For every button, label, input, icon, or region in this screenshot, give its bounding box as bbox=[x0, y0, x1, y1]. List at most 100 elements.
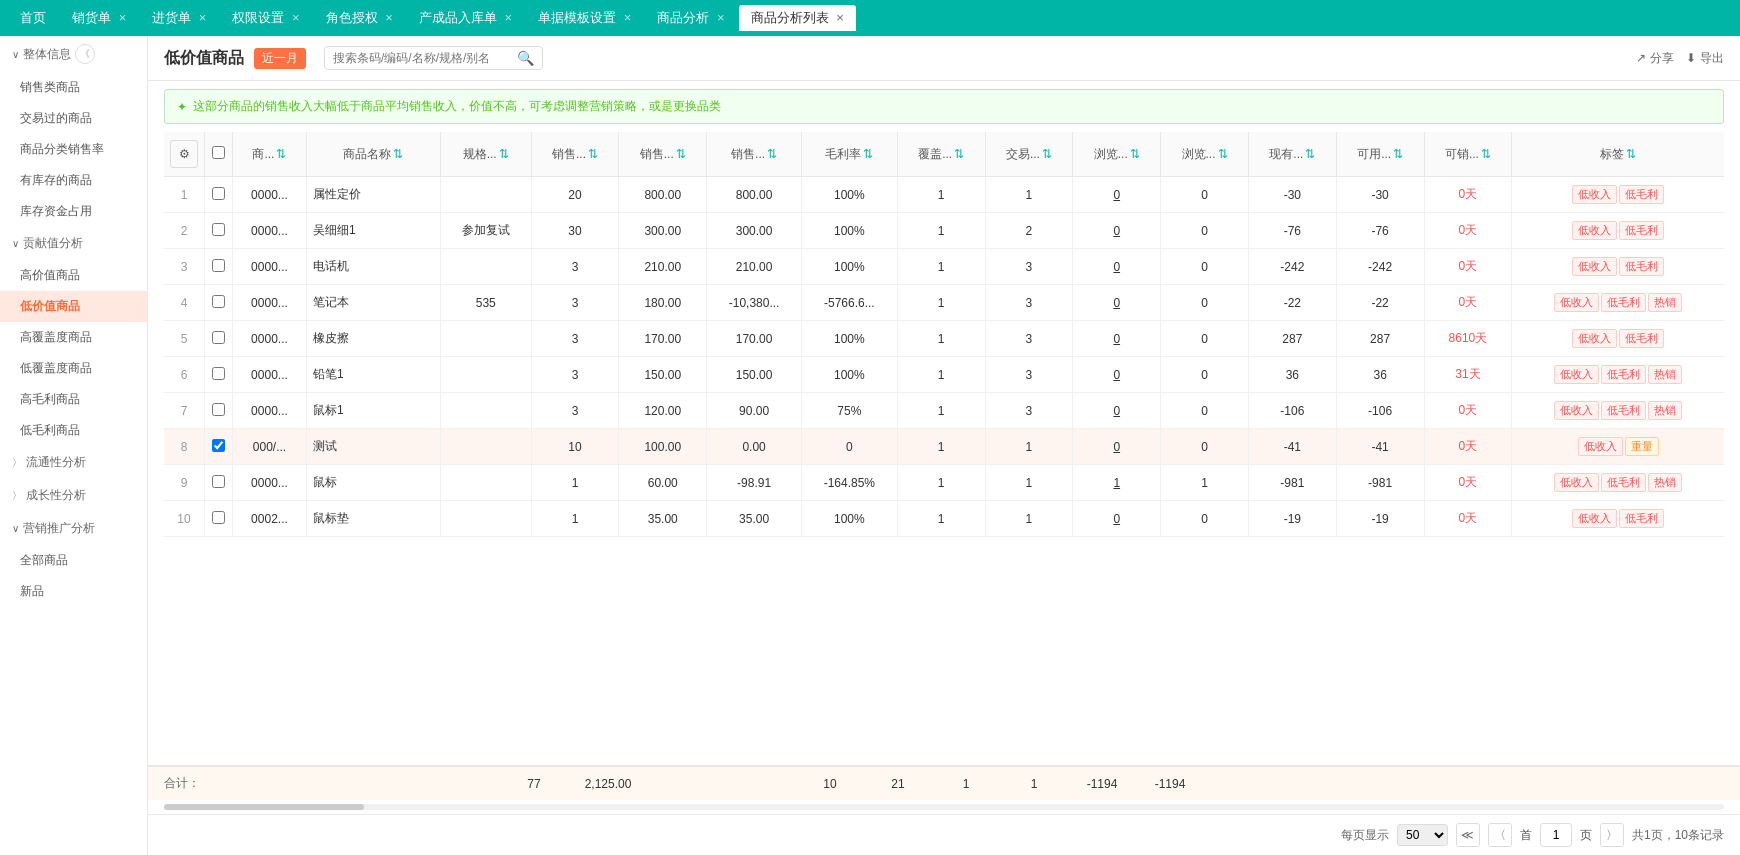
sidebar-item-new-products[interactable]: 新品 bbox=[0, 576, 147, 607]
page-size-select[interactable]: 50 100 bbox=[1397, 824, 1448, 846]
nav-analysis[interactable]: 商品分析 × bbox=[645, 5, 736, 31]
next-page-btn[interactable]: 〉 bbox=[1600, 823, 1624, 847]
sort-icon[interactable]: ⇅ bbox=[393, 147, 403, 161]
sidebar-item-high-margin[interactable]: 高毛利商品 bbox=[0, 384, 147, 415]
row-checkbox[interactable] bbox=[212, 259, 225, 272]
horizontal-scrollbar[interactable] bbox=[164, 804, 1724, 810]
nav-template[interactable]: 单据模板设置 × bbox=[526, 5, 643, 31]
sidebar-item-sales-products[interactable]: 销售类商品 bbox=[0, 72, 147, 103]
table-container[interactable]: ⚙ 商...⇅ 商品名称⇅ 规格...⇅ 销售...⇅ 销售...⇅ 销售...… bbox=[148, 132, 1740, 765]
row-checkbox-cell[interactable] bbox=[205, 429, 233, 465]
search-icon[interactable]: 🔍 bbox=[517, 50, 534, 66]
row-checkbox[interactable] bbox=[212, 187, 225, 200]
col-checkbox[interactable] bbox=[205, 132, 233, 177]
row-checkbox[interactable] bbox=[212, 367, 225, 380]
sort-icon[interactable]: ⇅ bbox=[767, 147, 777, 161]
view-count-link[interactable]: 0 bbox=[1113, 296, 1120, 310]
close-icon[interactable]: × bbox=[717, 10, 725, 25]
search-input[interactable] bbox=[333, 51, 513, 65]
sort-icon[interactable]: ⇅ bbox=[588, 147, 598, 161]
view-count-link[interactable]: 0 bbox=[1113, 512, 1120, 526]
sidebar-item-category-rate[interactable]: 商品分类销售率 bbox=[0, 134, 147, 165]
sort-icon[interactable]: ⇅ bbox=[499, 147, 509, 161]
tag-label: 低收入 bbox=[1554, 293, 1599, 312]
sidebar-item-traded-products[interactable]: 交易过的商品 bbox=[0, 103, 147, 134]
view-count-link[interactable]: 0 bbox=[1113, 440, 1120, 454]
sidebar-group-marketing[interactable]: ∨ 营销推广分析 bbox=[0, 512, 147, 545]
sidebar-item-all-products[interactable]: 全部商品 bbox=[0, 545, 147, 576]
view-count-link[interactable]: 0 bbox=[1113, 224, 1120, 238]
row-checkbox[interactable] bbox=[212, 475, 225, 488]
sidebar-group-contribution[interactable]: ∨ 贡献值分析 bbox=[0, 227, 147, 260]
nav-permission[interactable]: 权限设置 × bbox=[220, 5, 311, 31]
sidebar-item-low-value[interactable]: 低价值商品 bbox=[0, 291, 147, 322]
sidebar-item-stock-capital[interactable]: 库存资金占用 bbox=[0, 196, 147, 227]
prev-page-btn[interactable]: 〈 bbox=[1488, 823, 1512, 847]
close-icon[interactable]: × bbox=[119, 10, 127, 25]
close-icon[interactable]: × bbox=[199, 10, 207, 25]
sort-icon[interactable]: ⇅ bbox=[276, 147, 286, 161]
row-checkbox-cell[interactable] bbox=[205, 357, 233, 393]
scrollbar-thumb[interactable] bbox=[164, 804, 364, 810]
row-checkbox-cell[interactable] bbox=[205, 213, 233, 249]
close-icon[interactable]: × bbox=[505, 10, 513, 25]
view-count-link[interactable]: 0 bbox=[1113, 260, 1120, 274]
view-count-link[interactable]: 1 bbox=[1113, 476, 1120, 490]
first-page-btn[interactable]: ≪ bbox=[1456, 823, 1480, 847]
view-count-link[interactable]: 0 bbox=[1113, 332, 1120, 346]
row-checkbox-cell[interactable] bbox=[205, 393, 233, 429]
row-checkbox-cell[interactable] bbox=[205, 321, 233, 357]
sort-icon[interactable]: ⇅ bbox=[863, 147, 873, 161]
sort-icon[interactable]: ⇅ bbox=[676, 147, 686, 161]
close-icon[interactable]: × bbox=[836, 10, 844, 25]
nav-home[interactable]: 首页 bbox=[8, 5, 58, 31]
sidebar-group-growth[interactable]: 〉 成长性分析 bbox=[0, 479, 147, 512]
nav-purchase[interactable]: 进货单 × bbox=[140, 5, 218, 31]
close-icon[interactable]: × bbox=[385, 10, 393, 25]
sort-icon[interactable]: ⇅ bbox=[1305, 147, 1315, 161]
sidebar-group-circulation[interactable]: 〉 流通性分析 bbox=[0, 446, 147, 479]
col-settings[interactable]: ⚙ bbox=[164, 132, 205, 177]
page-input[interactable] bbox=[1540, 823, 1572, 847]
nav-analysis-list[interactable]: 商品分析列表 × bbox=[739, 5, 856, 31]
row-checkbox[interactable] bbox=[212, 439, 225, 452]
sort-icon[interactable]: ⇅ bbox=[954, 147, 964, 161]
view-count-link[interactable]: 0 bbox=[1113, 368, 1120, 382]
sidebar-item-low-coverage[interactable]: 低覆盖度商品 bbox=[0, 353, 147, 384]
sidebar-group-overall[interactable]: ∨ 整体信息 《 bbox=[0, 36, 147, 72]
close-icon[interactable]: × bbox=[624, 10, 632, 25]
row-checkbox[interactable] bbox=[212, 511, 225, 524]
close-icon[interactable]: × bbox=[292, 10, 300, 25]
row-checkbox-cell[interactable] bbox=[205, 501, 233, 537]
nav-sales[interactable]: 销货单 × bbox=[60, 5, 138, 31]
sidebar-item-high-coverage[interactable]: 高覆盖度商品 bbox=[0, 322, 147, 353]
row-checkbox[interactable] bbox=[212, 295, 225, 308]
export-btn[interactable]: ⬇ 导出 bbox=[1686, 50, 1724, 67]
collapse-icon[interactable]: 《 bbox=[75, 44, 95, 64]
row-checkbox-cell[interactable] bbox=[205, 285, 233, 321]
view-count-link[interactable]: 0 bbox=[1113, 188, 1120, 202]
sidebar-item-stock-products[interactable]: 有库存的商品 bbox=[0, 165, 147, 196]
row-checkbox[interactable] bbox=[212, 331, 225, 344]
share-btn[interactable]: ↗ 分享 bbox=[1636, 50, 1674, 67]
sort-icon[interactable]: ⇅ bbox=[1218, 147, 1228, 161]
row-checkbox[interactable] bbox=[212, 403, 225, 416]
sort-icon[interactable]: ⇅ bbox=[1130, 147, 1140, 161]
gear-icon[interactable]: ⚙ bbox=[170, 140, 198, 168]
sidebar-item-high-value[interactable]: 高价值商品 bbox=[0, 260, 147, 291]
sidebar-item-low-margin[interactable]: 低毛利商品 bbox=[0, 415, 147, 446]
view-count-link[interactable]: 0 bbox=[1113, 404, 1120, 418]
nav-product-in[interactable]: 产成品入库单 × bbox=[407, 5, 524, 31]
nav-role[interactable]: 角色授权 × bbox=[314, 5, 405, 31]
row-checkbox-cell[interactable] bbox=[205, 177, 233, 213]
select-all-checkbox[interactable] bbox=[212, 146, 225, 159]
row-checkbox-cell[interactable] bbox=[205, 249, 233, 285]
sort-icon[interactable]: ⇅ bbox=[1481, 147, 1491, 161]
sort-icon[interactable]: ⇅ bbox=[1393, 147, 1403, 161]
sort-icon[interactable]: ⇅ bbox=[1042, 147, 1052, 161]
row-checkbox-cell[interactable] bbox=[205, 465, 233, 501]
row-name-cell: 笔记本 bbox=[306, 285, 440, 321]
sort-icon[interactable]: ⇅ bbox=[1626, 147, 1636, 161]
time-filter-btn[interactable]: 近一月 bbox=[254, 48, 306, 69]
row-checkbox[interactable] bbox=[212, 223, 225, 236]
